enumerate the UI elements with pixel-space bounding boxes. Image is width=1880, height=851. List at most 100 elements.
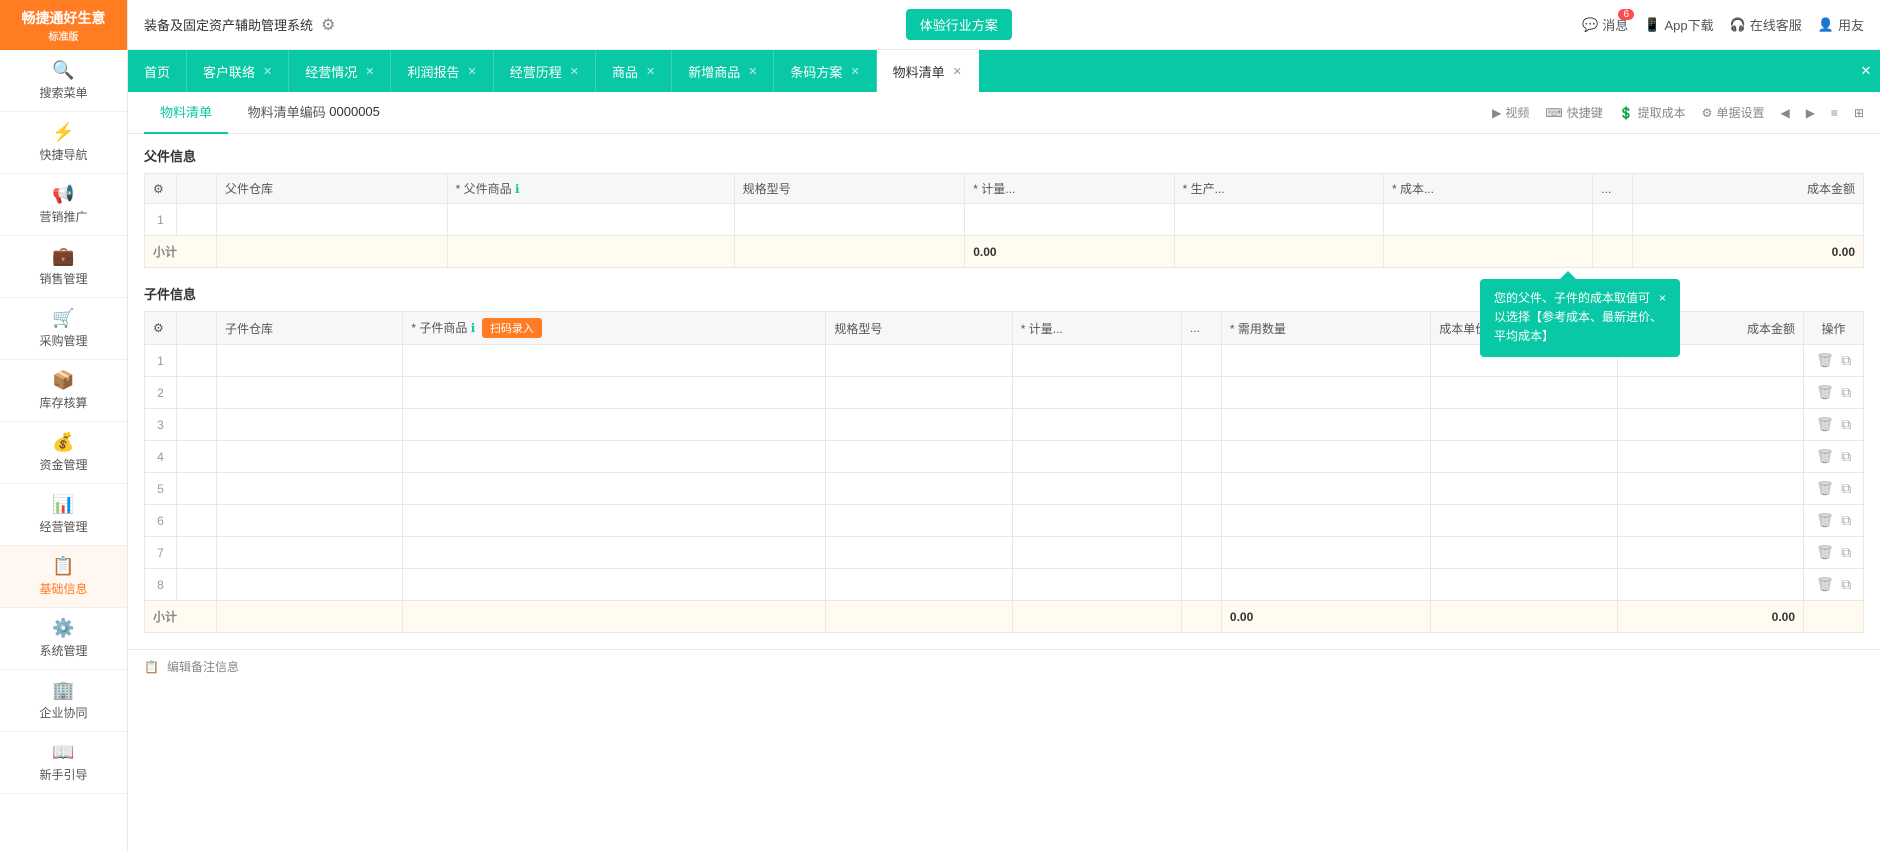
sidebar-item-finance[interactable]: 💰资金管理 (0, 422, 127, 484)
sub-tab-list[interactable]: 物料清单 (144, 92, 228, 134)
sidebar-item-operation[interactable]: 📊经营管理 (0, 484, 127, 546)
child-row3-spec[interactable] (826, 409, 1012, 441)
nav-tab-bom[interactable]: 物料清单✕ (877, 50, 979, 92)
delete-icon-row7[interactable]: 🗑 (1816, 544, 1834, 560)
sidebar-item-enterprise[interactable]: 🏢企业协同 (0, 670, 127, 732)
copy-icon-row1[interactable]: ⧉ (1841, 352, 1851, 368)
child-row2-quantity[interactable] (1012, 377, 1181, 409)
settings-icon[interactable]: ⚙ (321, 15, 335, 35)
child-row8-warehouse[interactable] (217, 569, 403, 601)
settings-btn[interactable]: ⚙ 单据设置 (1702, 104, 1765, 121)
grid-view-btn[interactable]: ⊞ (1854, 106, 1864, 120)
copy-icon-row2[interactable]: ⧉ (1841, 384, 1851, 400)
delete-icon-row4[interactable]: 🗑 (1816, 448, 1834, 464)
list-view-btn[interactable]: ≡ (1831, 106, 1838, 120)
copy-icon-row3[interactable]: ⧉ (1841, 416, 1851, 432)
child-row8-quantity[interactable] (1012, 569, 1181, 601)
content-scroll[interactable]: × 您的父件、子件的成本取值可以选择【参考成本、最新进价、平均成本】 父件信息 … (128, 134, 1880, 851)
child-row6-quantity[interactable] (1012, 505, 1181, 537)
parent-row1-quantity[interactable] (965, 204, 1174, 236)
nav-tab-close-customers[interactable]: ✕ (263, 65, 272, 78)
parent-row1-extra[interactable] (1593, 204, 1633, 236)
copy-icon-row7[interactable]: ⧉ (1841, 544, 1851, 560)
child-row6-warehouse[interactable] (217, 505, 403, 537)
child-row4-quantity[interactable] (1012, 441, 1181, 473)
nav-tab-operations[interactable]: 经营情况✕ (289, 50, 391, 92)
child-row6-needed[interactable] (1221, 505, 1430, 537)
sidebar-item-basic[interactable]: 📋基础信息 (0, 546, 127, 608)
child-row2-warehouse[interactable] (217, 377, 403, 409)
child-row5-unit-cost[interactable] (1431, 473, 1617, 505)
child-row5-goods[interactable] (403, 473, 826, 505)
parent-row1-goods[interactable] (447, 204, 734, 236)
copy-icon-row5[interactable]: ⧉ (1841, 480, 1851, 496)
child-row7-quantity[interactable] (1012, 537, 1181, 569)
child-row5-spec[interactable] (826, 473, 1012, 505)
child-row6-goods[interactable] (403, 505, 826, 537)
nav-tab-profit[interactable]: 利润报告✕ (391, 50, 493, 92)
child-row4-needed[interactable] (1221, 441, 1430, 473)
child-row5-warehouse[interactable] (217, 473, 403, 505)
child-row4-unit-cost[interactable] (1431, 441, 1617, 473)
child-row5-extra[interactable] (1181, 473, 1221, 505)
sidebar-item-search[interactable]: 🔍搜索菜单 (0, 50, 127, 112)
child-row7-warehouse[interactable] (217, 537, 403, 569)
child-row7-extra[interactable] (1181, 537, 1221, 569)
child-row6-spec[interactable] (826, 505, 1012, 537)
sidebar-item-guide[interactable]: 📖新手引导 (0, 732, 127, 794)
child-row3-unit-cost[interactable] (1431, 409, 1617, 441)
service-button[interactable]: 🎧 在线客服 (1730, 15, 1802, 34)
child-row6-unit-cost[interactable] (1431, 505, 1617, 537)
next-btn[interactable]: ▶ (1806, 106, 1815, 120)
app-download-button[interactable]: 📱 App下载 (1644, 15, 1713, 34)
nav-tab-newgoods[interactable]: 新增商品✕ (672, 50, 774, 92)
delete-icon-row6[interactable]: 🗑 (1816, 512, 1834, 528)
child-row3-needed[interactable] (1221, 409, 1430, 441)
child-row3-warehouse[interactable] (217, 409, 403, 441)
child-row1-quantity[interactable] (1012, 345, 1181, 377)
child-row7-unit-cost[interactable] (1431, 537, 1617, 569)
child-row3-quantity[interactable] (1012, 409, 1181, 441)
child-row1-needed[interactable] (1221, 345, 1430, 377)
tooltip-close-button[interactable]: × (1659, 289, 1666, 308)
nav-tab-home[interactable]: 首页 (128, 50, 187, 92)
child-row1-goods[interactable] (403, 345, 826, 377)
sidebar-item-inventory[interactable]: 📦库存核算 (0, 360, 127, 422)
child-row5-needed[interactable] (1221, 473, 1430, 505)
nav-tab-close-barcode[interactable]: ✕ (850, 65, 859, 78)
child-row2-goods[interactable] (403, 377, 826, 409)
child-row4-spec[interactable] (826, 441, 1012, 473)
nav-tab-history[interactable]: 经营历程✕ (494, 50, 596, 92)
child-row7-goods[interactable] (403, 537, 826, 569)
sidebar-item-system[interactable]: ⚙️系统管理 (0, 608, 127, 670)
child-row4-warehouse[interactable] (217, 441, 403, 473)
shortcut-btn[interactable]: ⌨ 快捷键 (1545, 104, 1602, 121)
child-row2-needed[interactable] (1221, 377, 1430, 409)
child-row5-quantity[interactable] (1012, 473, 1181, 505)
parent-row1-cost[interactable] (1383, 204, 1592, 236)
nav-tab-close-history[interactable]: ✕ (570, 65, 579, 78)
child-row7-spec[interactable] (826, 537, 1012, 569)
child-row3-extra[interactable] (1181, 409, 1221, 441)
child-row8-goods[interactable] (403, 569, 826, 601)
child-row1-extra[interactable] (1181, 345, 1221, 377)
nav-tab-barcode[interactable]: 条码方案✕ (774, 50, 876, 92)
child-row3-goods[interactable] (403, 409, 826, 441)
delete-icon-row8[interactable]: 🗑 (1816, 576, 1834, 592)
sidebar-item-quicknav[interactable]: ⚡快捷导航 (0, 112, 127, 174)
user-menu[interactable]: 👤 用友 (1818, 15, 1864, 34)
child-row8-needed[interactable] (1221, 569, 1430, 601)
child-row6-extra[interactable] (1181, 505, 1221, 537)
delete-icon-row3[interactable]: 🗑 (1816, 416, 1834, 432)
child-row2-extra[interactable] (1181, 377, 1221, 409)
delete-icon-row5[interactable]: 🗑 (1816, 480, 1834, 496)
sidebar-item-sales[interactable]: 💼销售管理 (0, 236, 127, 298)
nav-tab-close-operations[interactable]: ✕ (365, 65, 374, 78)
child-row4-extra[interactable] (1181, 441, 1221, 473)
sidebar-item-purchase[interactable]: 🛒采购管理 (0, 298, 127, 360)
nav-tab-close-bom[interactable]: ✕ (953, 65, 962, 78)
child-row1-warehouse[interactable] (217, 345, 403, 377)
copy-icon-row8[interactable]: ⧉ (1841, 576, 1851, 592)
nav-tab-close-newgoods[interactable]: ✕ (748, 65, 757, 78)
child-th-settings[interactable]: ⚙ (145, 312, 177, 345)
